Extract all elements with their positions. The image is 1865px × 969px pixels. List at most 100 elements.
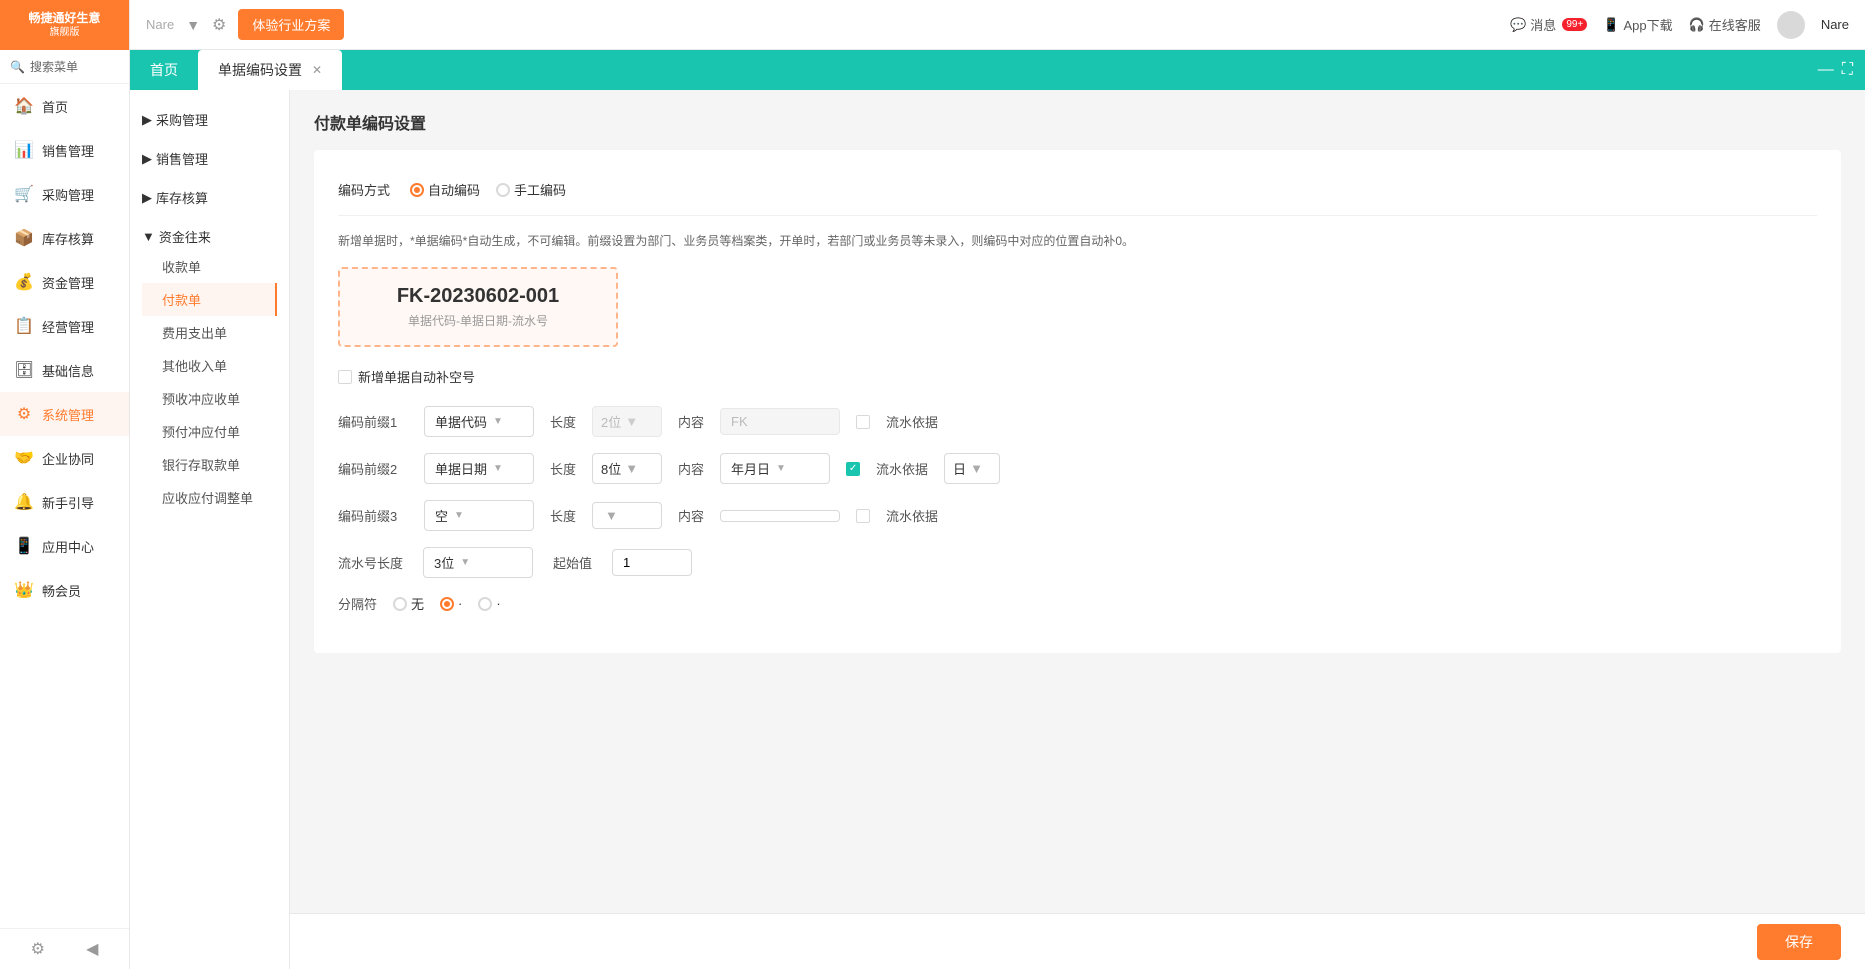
member-icon: 👑	[14, 580, 34, 600]
user-avatar[interactable]	[1777, 11, 1805, 39]
sidebar-item-purchase[interactable]: 🛒 采购管理	[0, 172, 129, 216]
prefix1-label: 编码前缀1	[338, 412, 408, 431]
sub-group-finance-title[interactable]: ▼ 资金往来	[142, 223, 277, 250]
tab-minimize-icon[interactable]: —	[1818, 61, 1834, 79]
day-arrow: ▼	[970, 461, 983, 476]
page-title: 付款单编码设置	[314, 110, 1841, 134]
prefix1-content-input: FK	[720, 408, 840, 435]
auto-fill-checkbox[interactable]	[338, 370, 352, 384]
prefix3-label: 编码前缀3	[338, 506, 408, 525]
expand-icon: ▶	[142, 112, 152, 128]
industry-btn[interactable]: 体验行业方案	[238, 9, 344, 40]
sidebar-item-finance[interactable]: 💰 资金管理	[0, 260, 129, 304]
sep-radio-dot[interactable]: ·	[440, 596, 462, 611]
start-value-label: 起始值	[553, 553, 592, 572]
topbar-dropdown-icon[interactable]: ▼	[186, 17, 200, 33]
message-label: 消息	[1530, 15, 1556, 34]
prefix2-value: 单据日期	[435, 459, 487, 478]
online-service-btn[interactable]: 🎧 在线客服	[1689, 15, 1761, 34]
prefix3-content-label: 内容	[678, 506, 704, 525]
sub-menu-item-bank[interactable]: 银行存取款单	[142, 448, 277, 481]
start-value-input[interactable]	[612, 549, 692, 576]
sidebar-item-operation[interactable]: 📋 经营管理	[0, 304, 129, 348]
prefix3-serial-checkbox[interactable]	[856, 509, 870, 523]
sub-group-sales: ▶ 销售管理	[130, 137, 289, 176]
newguide-icon: 🔔	[14, 492, 34, 512]
prefix1-length-select[interactable]: 2位 ▼	[592, 406, 662, 437]
sub-menu-item-expense[interactable]: 费用支出单	[142, 316, 277, 349]
encoding-tab-label: 单据编码设置	[218, 60, 302, 80]
manual-encoding-radio[interactable]: 手工编码	[496, 180, 566, 199]
logo-sub: 旗舰版	[50, 26, 80, 39]
sub-menu-item-prepay-ar[interactable]: 预收冲应收单	[142, 382, 277, 415]
prefix2-serial-checkbox[interactable]: ✓	[846, 462, 860, 476]
tab-maximize-icon[interactable]: ⛶	[1842, 61, 1853, 79]
operation-label: 经营管理	[42, 317, 94, 336]
prefix2-length-label: 长度	[550, 459, 576, 478]
sn-length-select[interactable]: 3位 ▼	[423, 547, 533, 578]
sub-menu-item-prepay-ap[interactable]: 预付冲应付单	[142, 415, 277, 448]
sidebar-item-member[interactable]: 👑 畅会员	[0, 568, 129, 612]
topbar-gear-icon[interactable]: ⚙	[212, 15, 226, 35]
sub-menu-item-other-income[interactable]: 其他收入单	[142, 349, 277, 382]
sep-dash-label: ·	[496, 596, 500, 611]
prefix3-select[interactable]: 空 ▼	[424, 500, 534, 531]
app-download-btn[interactable]: 📱 App下载	[1603, 15, 1672, 34]
app-download-label: App下载	[1623, 15, 1672, 34]
sub-menu-item-adjust[interactable]: 应收应付调整单	[142, 481, 277, 514]
save-button[interactable]: 保存	[1757, 924, 1841, 960]
home-label: 首页	[42, 97, 68, 116]
settings-icon[interactable]: ⚙	[31, 939, 45, 959]
home-icon: 🏠	[14, 96, 34, 116]
tab-encoding[interactable]: 单据编码设置 ✕	[198, 50, 342, 90]
prefix3-content-input[interactable]	[720, 510, 840, 522]
sidebar-item-home[interactable]: 🏠 首页	[0, 84, 129, 128]
preview-code: FK-20230602-001	[364, 285, 592, 308]
auto-radio-dot	[410, 183, 424, 197]
prefix2-content-arrow: ▼	[776, 463, 786, 474]
tab-close-icon[interactable]: ✕	[312, 63, 322, 77]
sidebar-item-newguide[interactable]: 🔔 新手引导	[0, 480, 129, 524]
sub-group-sales-title[interactable]: ▶ 销售管理	[142, 145, 277, 172]
prefix2-length-select[interactable]: 8位 ▼	[592, 453, 662, 484]
sub-menu: ▶ 采购管理 ▶ 销售管理 ▶ 库存核算 ▼ 资金往来	[130, 90, 290, 969]
prefix2-content-select[interactable]: 年月日 ▼	[720, 453, 830, 484]
expand-icon-2: ▶	[142, 151, 152, 167]
sidebar-item-inventory[interactable]: 📦 库存核算	[0, 216, 129, 260]
prefix1-serial-checkbox[interactable]	[856, 415, 870, 429]
prefix3-length-select[interactable]: ▼	[592, 502, 662, 529]
main-area: Nare ▼ ⚙ 体验行业方案 💬 消息 99+ 📱 App下载 🎧 在线客服 …	[130, 0, 1865, 969]
prefix1-select[interactable]: 单据代码 ▼	[424, 406, 534, 437]
sidebar-item-base[interactable]: 🗄 基础信息	[0, 348, 129, 392]
sub-menu-item-receipt[interactable]: 收款单	[142, 250, 277, 283]
tab-home[interactable]: 首页	[130, 50, 198, 90]
tabbar: 首页 单据编码设置 ✕ — ⛶	[130, 50, 1865, 90]
message-badge: 99+	[1562, 18, 1587, 31]
purchase-icon: 🛒	[14, 184, 34, 204]
sidebar-bottom: ⚙ ◀	[0, 928, 129, 969]
auto-encoding-radio[interactable]: 自动编码	[410, 180, 480, 199]
sub-group-inventory-title[interactable]: ▶ 库存核算	[142, 184, 277, 211]
sidebar: 畅捷通好生意 旗舰版 🔍 搜索菜单 🏠 首页📊 销售管理🛒 采购管理📦 库存核算…	[0, 0, 130, 969]
sub-menu-item-payment[interactable]: 付款单	[142, 283, 277, 316]
prefix2-select[interactable]: 单据日期 ▼	[424, 453, 534, 484]
sidebar-item-enterprise[interactable]: 🤝 企业协同	[0, 436, 129, 480]
finance-label: 资金管理	[42, 273, 94, 292]
prefix1-serial-label: 流水依据	[886, 412, 938, 431]
sidebar-item-appcenter[interactable]: 📱 应用中心	[0, 524, 129, 568]
sidebar-item-system[interactable]: ⚙ 系统管理	[0, 392, 129, 436]
day-select[interactable]: 日 ▼	[944, 453, 1000, 484]
collapse-icon[interactable]: ◀	[86, 939, 98, 959]
sep-radio-dash[interactable]: ·	[478, 596, 500, 611]
preview-desc: 单据代码-单据日期-流水号	[364, 312, 592, 329]
sidebar-item-sales[interactable]: 📊 销售管理	[0, 128, 129, 172]
sep-radio-none-dot	[393, 597, 407, 611]
encoding-card: 编码方式 自动编码 手工编码	[314, 150, 1841, 653]
member-label: 畅会员	[42, 581, 81, 600]
sep-radio-none[interactable]: 无	[393, 594, 424, 613]
sidebar-search[interactable]: 🔍 搜索菜单	[0, 50, 129, 84]
inventory-label: 库存核算	[42, 229, 94, 248]
sub-group-purchase-title[interactable]: ▶ 采购管理	[142, 106, 277, 133]
prefix2-row: 编码前缀2 单据日期 ▼ 长度 8位 ▼ 内容 年月日	[338, 453, 1817, 484]
message-btn[interactable]: 💬 消息 99+	[1510, 15, 1587, 34]
